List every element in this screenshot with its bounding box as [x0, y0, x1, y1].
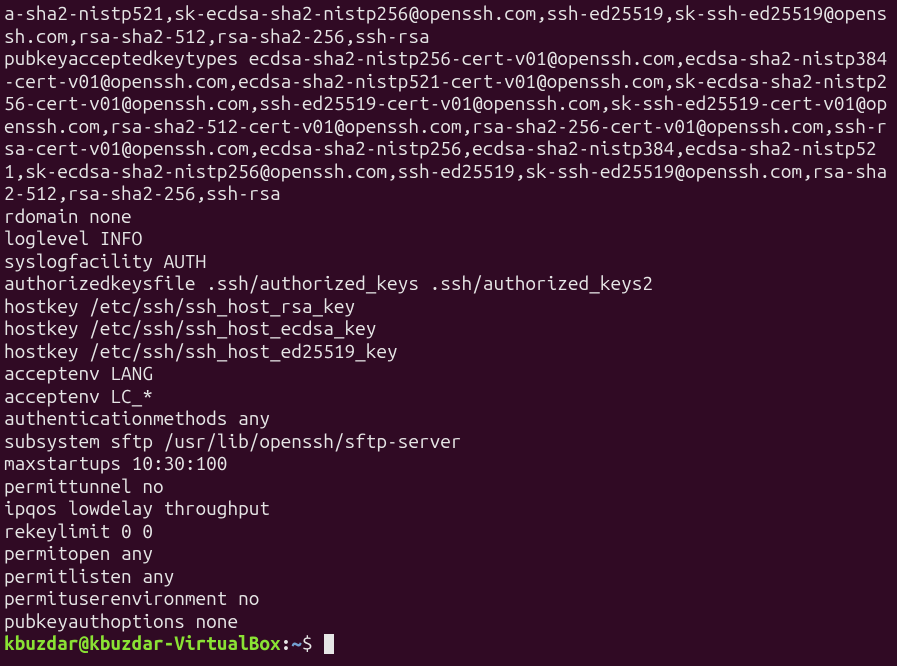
- prompt-symbol: $: [302, 632, 313, 654]
- prompt-user-host: kbuzdar@kbuzdar-VirtualBox: [4, 632, 281, 654]
- prompt-path: ~: [291, 632, 302, 654]
- prompt-colon: :: [281, 632, 292, 654]
- cursor-icon: [324, 634, 334, 654]
- terminal-window[interactable]: a-sha2-nistp521,sk-ecdsa-sha2-nistp256@o…: [4, 2, 893, 655]
- terminal-output: a-sha2-nistp521,sk-ecdsa-sha2-nistp256@o…: [4, 2, 887, 632]
- command-input-area[interactable]: [313, 632, 335, 654]
